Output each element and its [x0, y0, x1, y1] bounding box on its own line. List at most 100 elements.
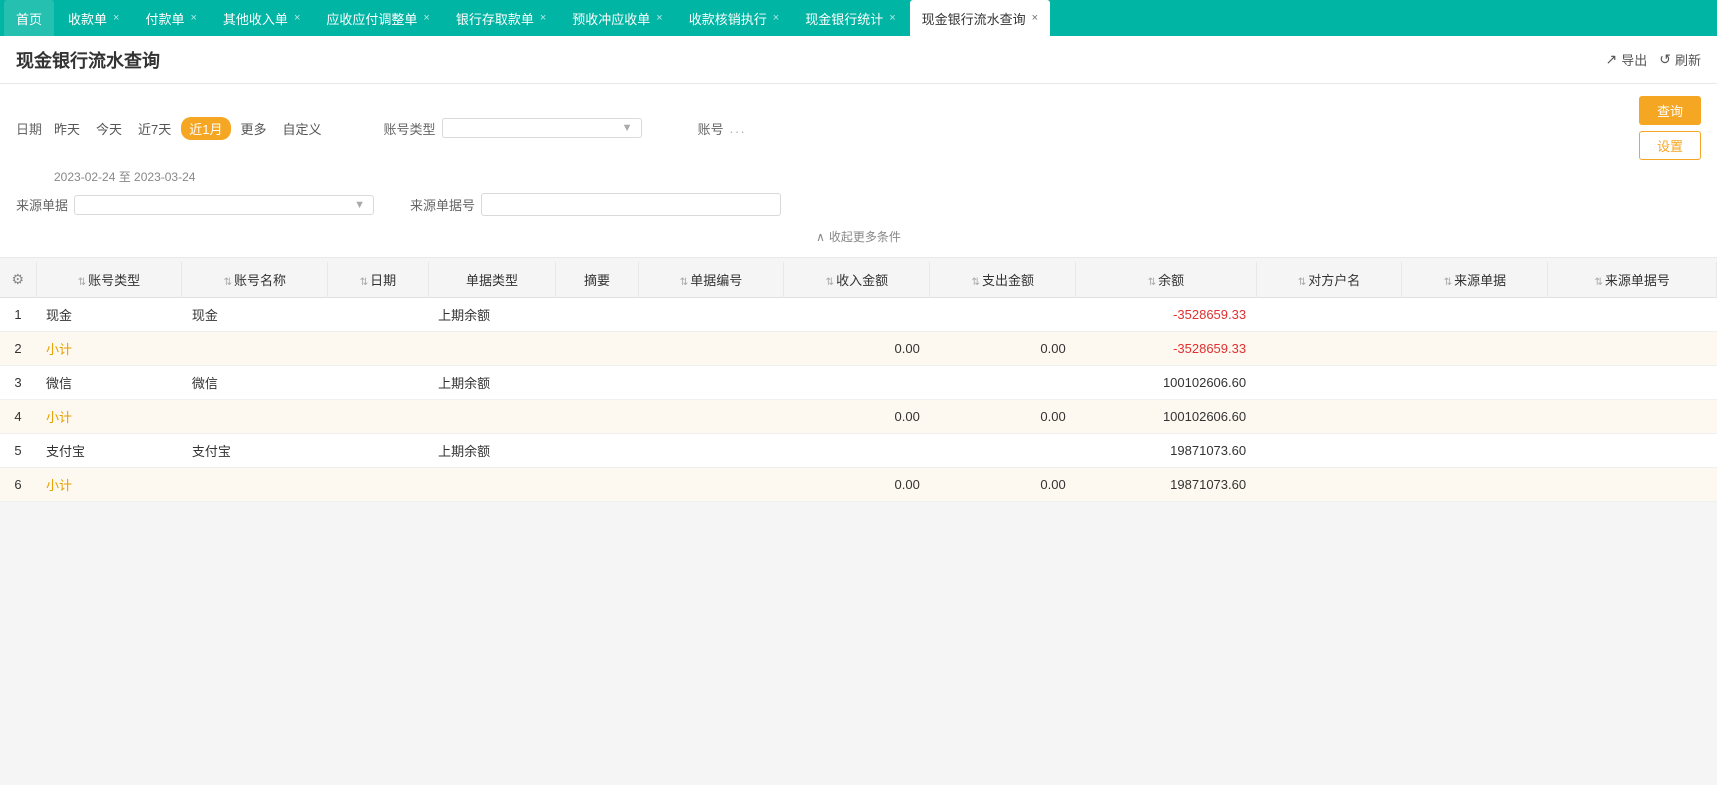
nav-tab-close[interactable]: ×: [773, 12, 779, 24]
account-filter: 账号 ...: [698, 119, 747, 138]
cell-account-type: 小计: [36, 400, 182, 434]
table-row[interactable]: 3 微信 微信 上期余额 100102606.60: [0, 366, 1717, 400]
date-btn-today[interactable]: 今天: [90, 117, 128, 140]
account-type-label: 账号类型: [384, 119, 436, 138]
cell-doc-no: [638, 366, 784, 400]
cell-doc-type: 上期余额: [428, 434, 556, 468]
table-row[interactable]: 1 现金 现金 上期余额 -3528659.33: [0, 298, 1717, 332]
page-title: 现金银行流水查询: [16, 47, 160, 73]
nav-tab-8[interactable]: 现金银行流水查询×: [910, 0, 1050, 36]
cell-date: [328, 400, 428, 434]
source-doc-label: 来源单据: [16, 195, 68, 214]
cell-source-doc: [1402, 298, 1548, 332]
source-doc-no-input[interactable]: [481, 193, 781, 216]
nav-tab-close[interactable]: ×: [113, 12, 119, 24]
cell-counterparty: [1256, 366, 1402, 400]
col-source-doc: ⇅来源单据: [1402, 262, 1548, 298]
cell-account-name: [182, 468, 328, 502]
date-btn-more[interactable]: 更多: [235, 117, 273, 140]
cell-summary: [556, 298, 638, 332]
cell-source-doc-no: [1548, 366, 1717, 400]
cell-doc-type: 上期余额: [428, 366, 556, 400]
cell-summary: [556, 400, 638, 434]
cell-id: 3: [0, 366, 36, 400]
col-settings[interactable]: ⚙: [0, 262, 36, 298]
nav-tab-label: 预收冲应收单: [572, 9, 650, 28]
gear-icon[interactable]: ⚙: [11, 271, 24, 287]
date-btn-7days[interactable]: 近7天: [132, 117, 177, 140]
nav-tab-close[interactable]: ×: [190, 12, 196, 24]
cell-balance: 100102606.60: [1076, 400, 1256, 434]
date-shortcuts: 昨天 今天 近7天 近1月 更多 自定义: [48, 117, 328, 140]
cell-account-name: [182, 332, 328, 366]
cell-income: [784, 434, 930, 468]
date-range-display: 2023-02-24 至 2023-03-24: [16, 168, 1701, 185]
nav-tab-2[interactable]: 其他收入单×: [211, 0, 312, 36]
date-btn-yesterday[interactable]: 昨天: [48, 117, 86, 140]
table-row[interactable]: 2 小计 0.00 0.00 -3528659.33: [0, 332, 1717, 366]
collapse-label: 收起更多条件: [829, 228, 901, 245]
nav-tab-close[interactable]: ×: [294, 12, 300, 24]
cell-summary: [556, 332, 638, 366]
collapse-icon: ∧: [816, 230, 825, 244]
date-btn-custom[interactable]: 自定义: [277, 117, 328, 140]
nav-tab-1[interactable]: 付款单 ×: [133, 0, 208, 36]
nav-tab-4[interactable]: 银行存取款单×: [444, 0, 558, 36]
filter-row-2: 来源单据 ▼ 来源单据号: [16, 193, 1701, 216]
cell-doc-no: [638, 332, 784, 366]
source-doc-select[interactable]: ▼: [74, 195, 374, 215]
cell-expense: 0.00: [930, 332, 1076, 366]
nav-tab-7[interactable]: 现金银行统计 ×: [793, 0, 907, 36]
cell-expense: [930, 434, 1076, 468]
cell-account-name: [182, 400, 328, 434]
cell-account-type: 小计: [36, 332, 182, 366]
refresh-label: 刷新: [1675, 50, 1701, 69]
nav-tab-5[interactable]: 预收冲应收单 ×: [560, 0, 674, 36]
col-account-type: ⇅账号类型: [36, 262, 182, 298]
nav-tab-close[interactable]: ×: [1032, 12, 1038, 24]
nav-tab-close[interactable]: ×: [656, 12, 662, 24]
cell-source-doc: [1402, 366, 1548, 400]
export-button[interactable]: ↗ 导出: [1606, 50, 1648, 69]
cell-expense: 0.00: [930, 468, 1076, 502]
nav-tab-close[interactable]: ×: [423, 12, 429, 24]
settings-button[interactable]: 设置: [1639, 131, 1701, 160]
table-row[interactable]: 4 小计 0.00 0.00 100102606.60: [0, 400, 1717, 434]
cell-account-type: 小计: [36, 468, 182, 502]
cell-date: [328, 298, 428, 332]
date-btn-1month[interactable]: 近1月: [181, 117, 230, 140]
query-button[interactable]: 查询: [1639, 96, 1701, 125]
nav-tab-close[interactable]: ×: [540, 12, 546, 24]
nav-tab-label: 现金银行统计: [805, 9, 883, 28]
cell-balance: 19871073.60: [1076, 468, 1256, 502]
nav-tab-6[interactable]: 收款核销执行×: [677, 0, 791, 36]
page-header: 现金银行流水查询 ↗ 导出 ↺ 刷新: [0, 36, 1717, 84]
cell-source-doc-no: [1548, 400, 1717, 434]
cell-balance: -3528659.33: [1076, 332, 1256, 366]
cell-balance: 100102606.60: [1076, 366, 1256, 400]
source-doc-no-label: 来源单据号: [410, 195, 475, 214]
table-row[interactable]: 6 小计 0.00 0.00 19871073.60: [0, 468, 1717, 502]
cell-doc-type: 上期余额: [428, 298, 556, 332]
cell-income: 0.00: [784, 400, 930, 434]
top-navigation: 首页 收款单×付款单×其他收入单×应收应付调整单×银行存取款单×预收冲应收单×收…: [0, 0, 1717, 36]
date-label: 日期: [16, 119, 42, 138]
account-dots[interactable]: ...: [730, 121, 747, 136]
export-label: 导出: [1621, 50, 1647, 69]
refresh-button[interactable]: ↺ 刷新: [1659, 50, 1701, 69]
nav-home[interactable]: 首页: [4, 0, 54, 36]
cell-account-name: 支付宝: [182, 434, 328, 468]
table-row[interactable]: 5 支付宝 支付宝 上期余额 19871073.60: [0, 434, 1717, 468]
nav-tab-close[interactable]: ×: [889, 12, 895, 24]
account-type-select[interactable]: ▼: [442, 118, 642, 138]
cell-source-doc: [1402, 468, 1548, 502]
cell-account-type: 微信: [36, 366, 182, 400]
collapse-bar[interactable]: ∧ 收起更多条件: [16, 224, 1701, 249]
cell-income: 0.00: [784, 332, 930, 366]
nav-home-label: 首页: [16, 9, 42, 28]
col-source-doc-no: ⇅来源单据号: [1548, 262, 1717, 298]
cell-summary: [556, 434, 638, 468]
nav-tab-label: 付款单: [145, 9, 184, 28]
nav-tab-0[interactable]: 收款单×: [56, 0, 131, 36]
nav-tab-3[interactable]: 应收应付调整单×: [314, 0, 441, 36]
